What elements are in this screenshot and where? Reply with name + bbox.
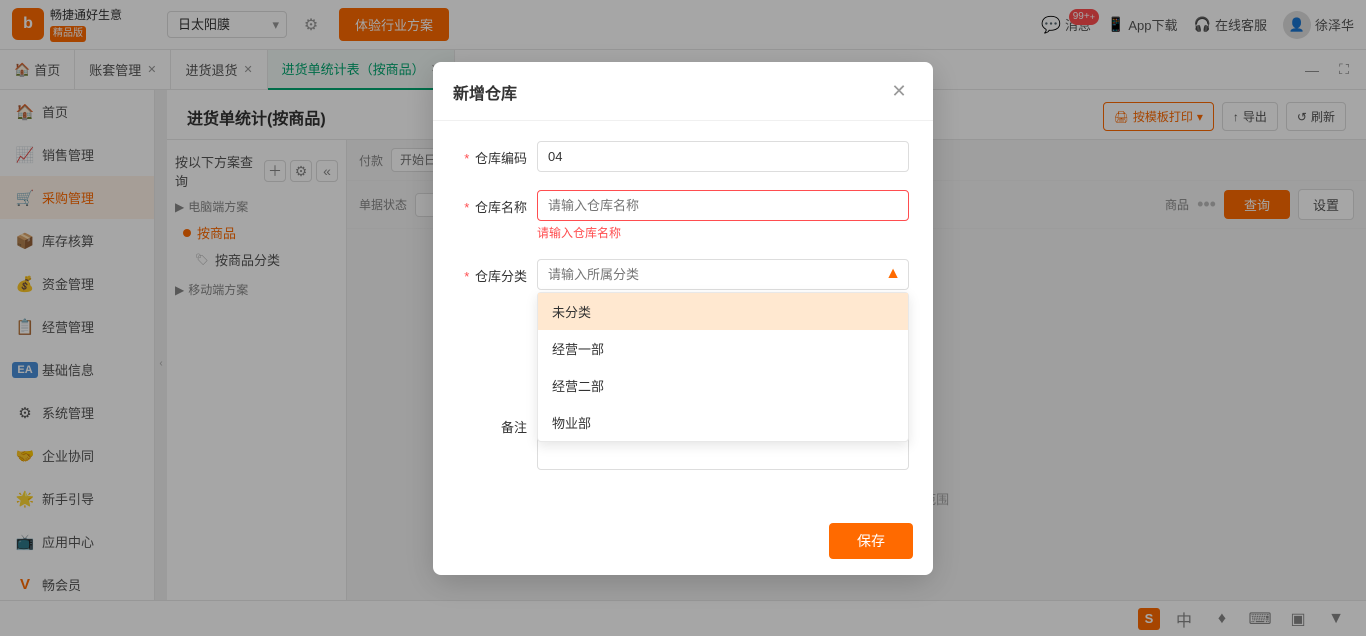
category-field: ▲ 未分类 经营一部 经营二部 物业部 — [537, 259, 909, 290]
form-row-name: * 仓库名称 请输入仓库名称 — [457, 190, 909, 241]
modal-overlay: 新增仓库 ✕ * 仓库编码 * 仓库名称 — [0, 0, 1366, 636]
modal-header: 新增仓库 ✕ — [433, 62, 933, 121]
modal-title: 新增仓库 — [453, 80, 517, 104]
form-row-code: * 仓库编码 — [457, 141, 909, 172]
code-field — [537, 141, 909, 172]
name-error-msg: 请输入仓库名称 — [537, 224, 909, 241]
name-input[interactable] — [537, 190, 909, 221]
dropdown-item-0[interactable]: 未分类 — [538, 293, 908, 330]
modal-close-btn[interactable]: ✕ — [885, 78, 913, 106]
form-row-category: * 仓库分类 ▲ 未分类 经营一部 经营二部 物业部 — [457, 259, 909, 290]
dropdown-item-1[interactable]: 经营一部 — [538, 330, 908, 367]
category-label: * 仓库分类 — [457, 259, 537, 285]
modal-body: * 仓库编码 * 仓库名称 请输入仓库名称 — [433, 121, 933, 511]
dropdown-item-2[interactable]: 经营二部 — [538, 367, 908, 404]
dropdown-item-3[interactable]: 物业部 — [538, 404, 908, 441]
code-label: * 仓库编码 — [457, 141, 537, 167]
category-dropdown: 未分类 经营一部 经营二部 物业部 — [537, 292, 909, 442]
note-label: 备注 — [457, 410, 537, 436]
category-input[interactable] — [537, 259, 909, 290]
modal-footer: 保存 — [433, 511, 933, 575]
modal-new-warehouse: 新增仓库 ✕ * 仓库编码 * 仓库名称 — [433, 62, 933, 575]
name-field: 请输入仓库名称 — [537, 190, 909, 241]
name-label: * 仓库名称 — [457, 190, 537, 216]
save-btn[interactable]: 保存 — [829, 523, 913, 559]
code-input[interactable] — [537, 141, 909, 172]
category-toggle-icon[interactable]: ▲ — [885, 265, 901, 283]
